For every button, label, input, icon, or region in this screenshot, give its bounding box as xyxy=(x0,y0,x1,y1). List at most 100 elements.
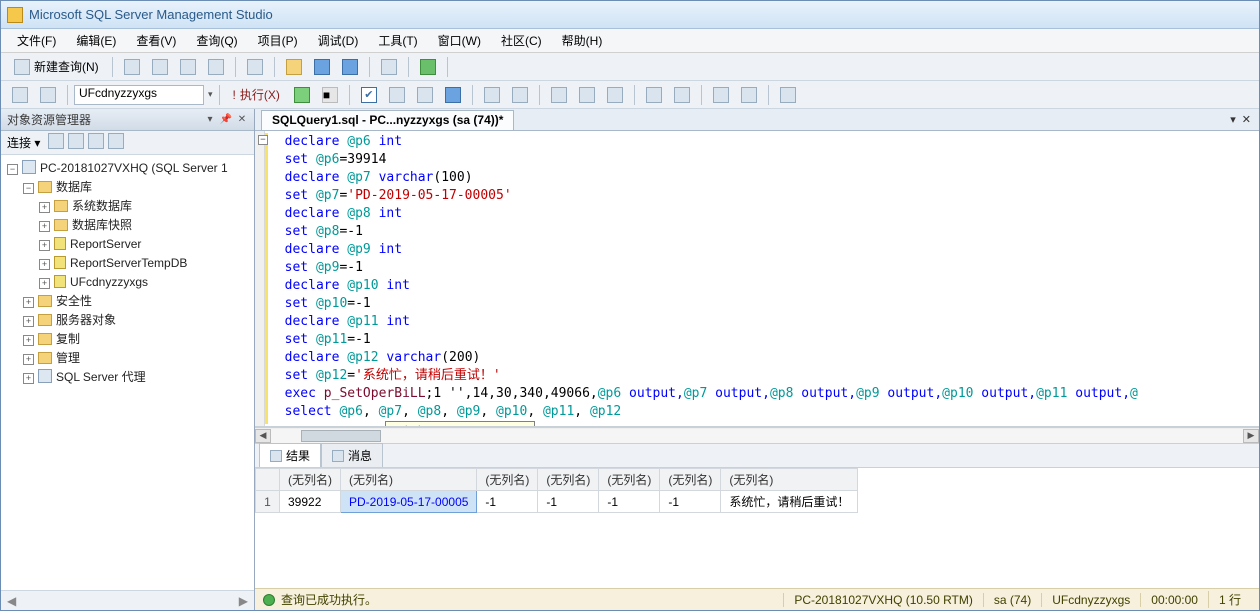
tb-btn-3[interactable] xyxy=(175,56,201,78)
status-bar: 查询已成功执行。 PC-20181027VXHQ (10.50 RTM) sa … xyxy=(255,588,1259,610)
tree-databases[interactable]: −数据库 +系统数据库 +数据库快照 +ReportServer +Report… xyxy=(23,178,252,292)
tb-btn-4[interactable] xyxy=(203,56,229,78)
cell-1[interactable]: 39922 xyxy=(280,491,341,513)
cell-6[interactable]: -1 xyxy=(660,491,721,513)
tb-btn-1[interactable] xyxy=(119,56,145,78)
menu-query[interactable]: 查询(Q) xyxy=(188,30,245,51)
tb2-btn-1[interactable] xyxy=(7,84,33,106)
col-header-6[interactable]: (无列名) xyxy=(660,469,721,491)
cell-2-selected[interactable]: PD-2019-05-17-00005 xyxy=(341,491,477,513)
status-server: PC-20181027VXHQ (10.50 RTM) xyxy=(783,593,983,607)
database-combo[interactable]: UFcdnyzzyxgs xyxy=(74,85,204,105)
save-button[interactable] xyxy=(309,56,335,78)
uncomment-button[interactable] xyxy=(669,84,695,106)
specify-values-button[interactable] xyxy=(775,84,801,106)
tree-ufcdnyzzyxgs[interactable]: +UFcdnyzzyxgs xyxy=(39,273,252,292)
open-button[interactable] xyxy=(281,56,307,78)
new-query-button[interactable]: 新建查询(N) xyxy=(7,56,106,78)
menu-view[interactable]: 查看(V) xyxy=(128,30,184,51)
tree-serverobjects[interactable]: +服务器对象 xyxy=(23,311,252,330)
db-combo-arrow-icon[interactable]: ▾ xyxy=(208,89,213,100)
tree-reportserver[interactable]: +ReportServer xyxy=(39,235,252,254)
menu-tools[interactable]: 工具(T) xyxy=(370,30,425,51)
estimated-plan-button[interactable] xyxy=(384,84,410,106)
tb-btn-2[interactable] xyxy=(147,56,173,78)
explorer-pin-icon[interactable]: 📌 xyxy=(220,114,232,126)
tree-sqlagent[interactable]: +SQL Server 代理 xyxy=(23,368,252,387)
scroll-right-icon[interactable]: ▶ xyxy=(1243,429,1259,443)
cell-7[interactable]: 系统忙，请稍后重试！ xyxy=(721,491,858,513)
stop-button[interactable]: ■ xyxy=(317,84,343,106)
cell-3[interactable]: -1 xyxy=(477,491,538,513)
comment-button[interactable] xyxy=(641,84,667,106)
code-editor[interactable]: − declare @p6 int set @p6=39914 declare … xyxy=(255,131,1259,427)
tree-reportservertemp[interactable]: +ReportServerTempDB xyxy=(39,254,252,273)
results-row-1[interactable]: 1 39922 PD-2019-05-17-00005 -1 -1 -1 -1 … xyxy=(256,491,858,513)
menu-edit[interactable]: 编辑(E) xyxy=(68,30,124,51)
col-header-3[interactable]: (无列名) xyxy=(477,469,538,491)
tb-btn-9[interactable] xyxy=(376,56,402,78)
client-stats-button[interactable] xyxy=(507,84,533,106)
parse-button[interactable]: ✔ xyxy=(356,84,382,106)
document-tab[interactable]: SQLQuery1.sql - PC...nyzzyxgs (sa (74))* xyxy=(261,110,514,130)
indent-button[interactable] xyxy=(708,84,734,106)
menu-file[interactable]: 文件(F) xyxy=(9,30,64,51)
col-header-1[interactable]: (无列名) xyxy=(280,469,341,491)
menu-debug[interactable]: 调试(D) xyxy=(310,30,367,51)
results-tab[interactable]: 结果 xyxy=(259,443,321,467)
tree-replication[interactable]: +复制 xyxy=(23,330,252,349)
tb-btn-5[interactable] xyxy=(242,56,268,78)
results-file-button[interactable] xyxy=(602,84,628,106)
status-rows: 1 行 xyxy=(1208,591,1251,608)
connect-button[interactable]: 连接 ▾ xyxy=(7,134,40,151)
object-tree[interactable]: −PC-20181027VXHQ (SQL Server 1 −数据库 +系统数… xyxy=(1,155,254,590)
explorer-dropdown-icon[interactable]: ▾ xyxy=(204,114,216,126)
tree-server-node[interactable]: −PC-20181027VXHQ (SQL Server 1 −数据库 +系统数… xyxy=(7,159,252,387)
tree-security[interactable]: +安全性 xyxy=(23,292,252,311)
col-header-5[interactable]: (无列名) xyxy=(599,469,660,491)
scroll-thumb[interactable] xyxy=(301,430,381,442)
scroll-left-icon[interactable]: ◀ xyxy=(255,429,271,443)
col-header-2[interactable]: (无列名) xyxy=(341,469,477,491)
code-fold-icon[interactable]: − xyxy=(258,135,268,145)
tree-snapshots[interactable]: +数据库快照 xyxy=(39,216,252,235)
debug-button[interactable] xyxy=(289,84,315,106)
results-text-button[interactable] xyxy=(546,84,572,106)
results-grid[interactable]: (无列名) (无列名) (无列名) (无列名) (无列名) (无列名) (无列名… xyxy=(255,468,1259,588)
outdent-button[interactable] xyxy=(736,84,762,106)
change-connection-button[interactable] xyxy=(35,84,61,106)
results-grid-button[interactable] xyxy=(574,84,600,106)
explorer-bottom-bar: ◀ ▶ xyxy=(1,590,254,610)
editor-hscroll[interactable]: ◀ ▶ xyxy=(255,427,1259,443)
tree-sysdb[interactable]: +系统数据库 xyxy=(39,197,252,216)
save-all-button[interactable] xyxy=(337,56,363,78)
cell-5[interactable]: -1 xyxy=(599,491,660,513)
query-options-button[interactable] xyxy=(412,84,438,106)
filter-button[interactable] xyxy=(88,133,104,152)
toolbar-sql: UFcdnyzzyxgs ▾ ! 执行(X) ■ ✔ xyxy=(1,81,1259,109)
intellisense-button[interactable] xyxy=(440,84,466,106)
execute-button[interactable]: ! 执行(X) xyxy=(226,84,287,106)
menu-project[interactable]: 项目(P) xyxy=(250,30,306,51)
stop-button-2[interactable] xyxy=(68,133,84,152)
forward-icon[interactable]: ▶ xyxy=(239,594,248,608)
activity-monitor-button[interactable] xyxy=(415,56,441,78)
messages-tab[interactable]: 消息 xyxy=(321,443,383,467)
explorer-close-icon[interactable]: ✕ xyxy=(236,114,248,126)
back-icon[interactable]: ◀ xyxy=(7,594,16,608)
col-header-7[interactable]: (无列名) xyxy=(721,469,858,491)
include-plan-button[interactable] xyxy=(479,84,505,106)
editor-area: SQLQuery1.sql - PC...nyzzyxgs (sa (74))*… xyxy=(255,109,1259,610)
menu-help[interactable]: 帮助(H) xyxy=(554,30,611,51)
disconnect-button[interactable] xyxy=(48,133,64,152)
menu-window[interactable]: 窗口(W) xyxy=(430,30,489,51)
col-header-4[interactable]: (无列名) xyxy=(538,469,599,491)
refresh-button[interactable] xyxy=(108,133,124,152)
tab-dropdown-icon[interactable]: ▾ xyxy=(1230,113,1236,126)
object-explorer: 对象资源管理器 ▾ 📌 ✕ 连接 ▾ −PC-20181027VXHQ (SQL… xyxy=(1,109,255,610)
tree-management[interactable]: +管理 xyxy=(23,349,252,368)
tab-close-icon[interactable]: ✕ xyxy=(1242,113,1251,126)
cell-4[interactable]: -1 xyxy=(538,491,599,513)
menu-community[interactable]: 社区(C) xyxy=(493,30,550,51)
results-tabs: 结果 消息 xyxy=(255,444,1259,468)
